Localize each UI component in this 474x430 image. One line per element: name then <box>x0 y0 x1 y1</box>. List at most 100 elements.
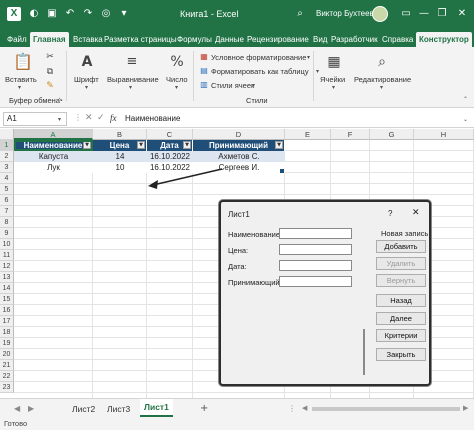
name-field[interactable] <box>279 228 352 239</box>
filter-dropdown-icon[interactable]: ▼ <box>83 141 91 149</box>
minimize-icon[interactable]: — <box>414 4 434 24</box>
row-header[interactable]: 21 <box>0 360 14 371</box>
table-cell[interactable]: Капуста <box>14 151 93 162</box>
conditional-chevron-down-icon[interactable]: ▾ <box>307 54 310 61</box>
add-button[interactable]: Добавить <box>376 240 426 253</box>
next-sheet-icon[interactable]: ▶ <box>28 404 34 413</box>
avatar[interactable] <box>372 6 388 22</box>
number-chevron-down-icon[interactable]: ▾ <box>175 84 178 91</box>
price-field[interactable] <box>279 244 352 255</box>
receiver-field[interactable] <box>279 276 352 287</box>
sheet-tab-3[interactable]: Лист3 <box>107 404 130 414</box>
column-header-f[interactable]: F <box>331 129 370 140</box>
ribbon-display-icon[interactable]: ▭ <box>396 4 416 24</box>
format-as-table-button[interactable]: Форматировать как таблицу <box>211 67 309 76</box>
row-header[interactable]: 20 <box>0 349 14 360</box>
find-icon[interactable]: ⌕ <box>371 54 393 70</box>
row-header[interactable]: 15 <box>0 294 14 305</box>
filter-dropdown-icon[interactable]: ▼ <box>183 141 191 149</box>
tab-review[interactable]: Рецензирование <box>247 32 309 47</box>
column-header-a[interactable]: A <box>14 129 93 140</box>
row-header[interactable]: 17 <box>0 316 14 327</box>
insert-function-icon[interactable]: fx <box>110 113 117 123</box>
table-cell[interactable]: 16.10.2022 <box>147 162 193 173</box>
row-header[interactable]: 19 <box>0 338 14 349</box>
row-header[interactable]: 9 <box>0 228 14 239</box>
conditional-formatting-button[interactable]: Условное форматирование <box>211 53 306 62</box>
font-icon[interactable]: A <box>76 54 98 70</box>
cancel-icon[interactable]: ✕ <box>85 113 93 123</box>
number-button[interactable]: Число <box>166 75 188 84</box>
format-as-table-icon[interactable]: ▤ <box>199 66 209 75</box>
table-cell[interactable]: Лук <box>14 162 93 173</box>
delete-button[interactable]: Удалить <box>376 257 426 270</box>
formula-input[interactable]: Наименование <box>125 114 180 123</box>
criteria-button[interactable]: Критерии <box>376 329 426 342</box>
row-header[interactable]: 2 <box>0 151 14 162</box>
tab-view[interactable]: Вид <box>313 32 327 47</box>
row-header[interactable]: 1 <box>0 140 14 151</box>
scroll-left-icon[interactable]: ◀ <box>302 404 307 412</box>
row-header[interactable]: 3 <box>0 162 14 173</box>
paste-chevron-down-icon[interactable]: ▾ <box>18 84 21 91</box>
restore-icon[interactable]: ❐ <box>432 4 452 24</box>
column-header-e[interactable]: E <box>285 129 331 140</box>
cells-chevron-down-icon[interactable]: ▾ <box>332 84 335 91</box>
table-cell[interactable]: 14 <box>93 151 147 162</box>
search-icon[interactable]: ⌕ <box>294 8 306 20</box>
restore-button[interactable]: Вернуть <box>376 274 426 287</box>
filter-dropdown-icon[interactable]: ▼ <box>275 141 283 149</box>
row-header[interactable]: 4 <box>0 173 14 184</box>
tab-design[interactable]: Конструктор <box>416 32 472 47</box>
next-button[interactable]: Далее <box>376 312 426 325</box>
row-header[interactable]: 7 <box>0 206 14 217</box>
cut-icon[interactable]: ✂ <box>44 52 56 62</box>
row-header[interactable]: 14 <box>0 283 14 294</box>
bulb-icon[interactable]: ◎ <box>100 8 112 20</box>
cells-icon[interactable]: ▦ <box>323 54 345 70</box>
conditional-formatting-icon[interactable]: ▦ <box>199 52 209 61</box>
column-header-b[interactable]: B <box>93 129 147 140</box>
table-header-cell[interactable]: Наименование ▼ <box>14 140 93 151</box>
row-header[interactable]: 13 <box>0 272 14 283</box>
row-header[interactable]: 16 <box>0 305 14 316</box>
record-scrollbar[interactable] <box>363 329 365 375</box>
column-header-c[interactable]: C <box>147 129 193 140</box>
customize-quick-access-icon[interactable]: ▾ <box>118 8 130 20</box>
format-table-chevron-down-icon[interactable]: ▾ <box>316 68 319 75</box>
user-name[interactable]: Виктор Бухтеев <box>316 9 374 18</box>
row-header[interactable]: 11 <box>0 250 14 261</box>
undo-icon[interactable]: ↶ <box>64 8 76 20</box>
row-header[interactable]: 10 <box>0 239 14 250</box>
alignment-button[interactable]: Выравнивание <box>107 75 159 84</box>
paste-icon[interactable]: 📋 <box>12 52 34 74</box>
table-cell[interactable]: Ахметов С. <box>193 151 285 162</box>
previous-button[interactable]: Назад <box>376 294 426 307</box>
tab-formulas[interactable]: Формулы <box>177 32 212 47</box>
sheet-tab-1[interactable]: Лист1 <box>140 399 173 417</box>
cell-styles-chevron-down-icon[interactable]: ▾ <box>252 82 255 89</box>
filter-dropdown-icon[interactable]: ▼ <box>137 141 145 149</box>
save-icon[interactable]: ▣ <box>46 8 58 20</box>
date-field[interactable] <box>279 260 352 271</box>
editing-button[interactable]: Редактирование <box>354 75 411 84</box>
row-header[interactable]: 8 <box>0 217 14 228</box>
tab-home[interactable]: Главная <box>30 32 69 47</box>
copy-icon[interactable]: ⧉ <box>44 67 56 77</box>
row-header[interactable]: 12 <box>0 261 14 272</box>
table-cell[interactable]: 10 <box>93 162 147 173</box>
scroll-right-icon[interactable]: ▶ <box>463 404 468 412</box>
cell-styles-button[interactable]: Стили ячеек <box>211 81 254 90</box>
close-button[interactable]: Закрыть <box>376 348 426 361</box>
table-header-cell[interactable]: Дата ▼ <box>147 140 193 151</box>
alignment-chevron-down-icon[interactable]: ▾ <box>129 84 132 91</box>
add-sheet-icon[interactable]: + <box>200 403 208 414</box>
autosave-toggle-icon[interactable]: ◐ <box>28 8 40 20</box>
table-cell[interactable]: 16.10.2022 <box>147 151 193 162</box>
sheet-tab-2[interactable]: Лист2 <box>72 404 95 414</box>
previous-sheet-icon[interactable]: ◀ <box>14 404 20 413</box>
font-button[interactable]: Шрифт <box>74 75 99 84</box>
column-header-g[interactable]: G <box>370 129 414 140</box>
tab-insert[interactable]: Вставка <box>73 32 103 47</box>
font-chevron-down-icon[interactable]: ▾ <box>85 84 88 91</box>
